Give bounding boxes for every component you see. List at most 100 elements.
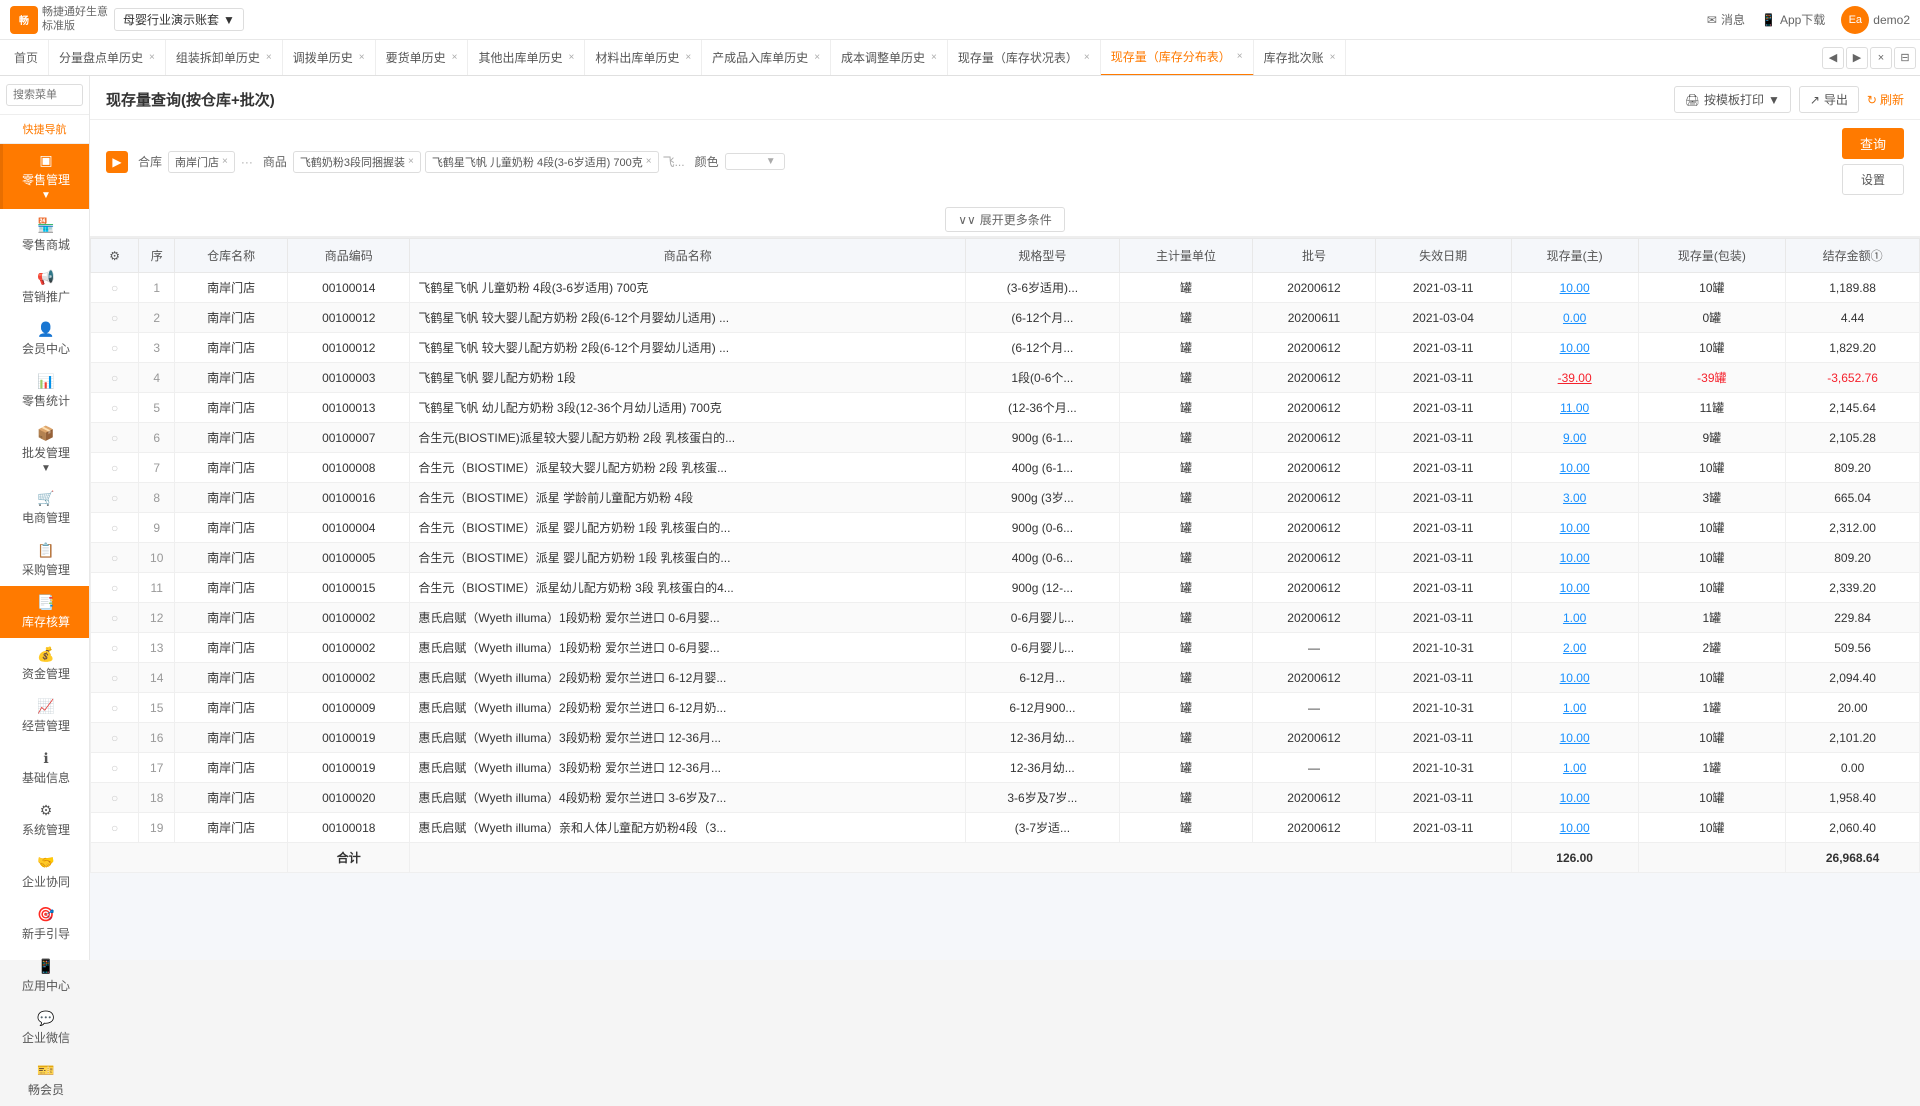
row-batch: 20200612 [1253, 663, 1375, 693]
tab-close-other-out[interactable]: × [568, 52, 574, 63]
expand-conditions-btn[interactable]: ∨∨ 展开更多条件 [945, 207, 1065, 232]
tab-close-all-btn[interactable]: × [1870, 47, 1892, 69]
sidebar-item-new-guide[interactable]: 🎯 新手引导 [0, 898, 89, 950]
tab-close-allocation[interactable]: × [359, 52, 365, 63]
sidebar-item-member-card[interactable]: 🎫 畅会员 [0, 1054, 89, 1106]
sidebar-item-retail-stats[interactable]: 📊 零售统计 [0, 365, 89, 417]
row-code: 00100018 [288, 813, 410, 843]
search-input[interactable] [6, 84, 83, 106]
row-current-main[interactable]: 10.00 [1511, 273, 1638, 303]
sidebar-item-finance[interactable]: 💰 资金管理 [0, 638, 89, 690]
tab-product-in[interactable]: 产成品入库单历史 × [702, 40, 831, 76]
th-code: 商品编码 [288, 239, 410, 273]
tab-menu-btn[interactable]: ⊟ [1894, 47, 1916, 69]
tab-requisition[interactable]: 要货单历史 × [376, 40, 469, 76]
tab-close-requisition[interactable]: × [452, 52, 458, 63]
row-current-main[interactable]: 10.00 [1511, 663, 1638, 693]
warehouse-more[interactable]: ··· [241, 155, 253, 169]
row-current-main[interactable]: 10.00 [1511, 573, 1638, 603]
print-btn[interactable]: 🖨 按模板打印 ▼ [1674, 86, 1791, 113]
sidebar-item-ecommerce[interactable]: 🛒 电商管理 [0, 482, 89, 534]
row-current-main[interactable]: 3.00 [1511, 483, 1638, 513]
refresh-btn[interactable]: ↻ 刷新 [1867, 91, 1904, 108]
row-current-main[interactable]: 0.00 [1511, 303, 1638, 333]
tab-close-product-in[interactable]: × [814, 52, 820, 63]
sidebar-item-purchase[interactable]: 📋 采购管理 [0, 534, 89, 586]
tab-close-material-out[interactable]: × [685, 52, 691, 63]
sidebar-item-wholesale[interactable]: 📦 批发管理 ▼ [0, 417, 89, 482]
tab-close-inv-dist[interactable]: × [1237, 51, 1243, 62]
tab-prev-btn[interactable]: ◀ [1822, 47, 1844, 69]
warehouse-tag-close[interactable]: × [222, 156, 228, 167]
tab-split-history[interactable]: 分量盘点单历史 × [49, 40, 166, 76]
row-current-main[interactable]: 9.00 [1511, 423, 1638, 453]
sidebar-item-system[interactable]: ⚙ 系统管理 [0, 794, 89, 846]
tab-close-cost[interactable]: × [931, 52, 937, 63]
row-current-main[interactable]: 2.00 [1511, 633, 1638, 663]
sidebar-item-inventory[interactable]: 📑 库存核算 [0, 586, 89, 638]
sidebar-item-corp-collab[interactable]: 🤝 企业协同 [0, 846, 89, 898]
sidebar-item-retail-shop[interactable]: 🏪 零售商城 [0, 209, 89, 261]
tab-inventory-status[interactable]: 现存量（库存状况表） × [948, 40, 1101, 76]
tab-close-batch[interactable]: × [1330, 52, 1336, 63]
tab-disassemble[interactable]: 组装拆卸单历史 × [166, 40, 283, 76]
row-spec: 6-12月900... [966, 693, 1119, 723]
row-num: 12 [139, 603, 175, 633]
row-current-pkg: 10罐 [1638, 543, 1786, 573]
tab-allocation[interactable]: 调拨单历史 × [283, 40, 376, 76]
sidebar-quick-nav[interactable]: 快捷导航 [0, 115, 89, 144]
row-current-main[interactable]: 1.00 [1511, 603, 1638, 633]
row-current-main[interactable]: 11.00 [1511, 393, 1638, 423]
row-current-main[interactable]: 1.00 [1511, 693, 1638, 723]
filter-toggle-btn[interactable]: ▶ [106, 151, 128, 173]
sidebar-item-marketing[interactable]: 📢 营销推广 [0, 261, 89, 313]
app-download-action[interactable]: 📱 App下载 [1761, 11, 1825, 28]
color-dropdown[interactable]: ▼ [725, 153, 785, 170]
tab-next-btn[interactable]: ▶ [1846, 47, 1868, 69]
tab-other-out[interactable]: 其他出库单历史 × [468, 40, 585, 76]
row-batch: 20200612 [1253, 723, 1375, 753]
tab-close-inv-status[interactable]: × [1084, 52, 1090, 63]
row-col-icon: ○ [91, 453, 139, 483]
tab-material-out[interactable]: 材料出库单历史 × [585, 40, 702, 76]
sidebar-item-biz-mgmt[interactable]: 📈 经营管理 [0, 690, 89, 742]
row-balance: 509.56 [1786, 633, 1920, 663]
row-current-main[interactable]: 10.00 [1511, 453, 1638, 483]
table-row: ○ 9 南岸门店 00100004 合生元（BIOSTIME）派星 婴儿配方奶粉… [91, 513, 1920, 543]
query-btn[interactable]: 查询 [1842, 128, 1904, 159]
row-current-main[interactable]: 10.00 [1511, 543, 1638, 573]
footer-total-pkg [1638, 843, 1786, 873]
product-tag-1-close[interactable]: × [408, 156, 414, 167]
sidebar-item-retail-mgmt[interactable]: ▣ 零售管理 ▼ [0, 144, 89, 209]
row-col-icon: ○ [91, 693, 139, 723]
row-current-main[interactable]: 10.00 [1511, 813, 1638, 843]
store-selector[interactable]: 母婴行业演示账套 ▼ [114, 8, 244, 31]
row-spec: 0-6月婴儿... [966, 603, 1119, 633]
row-current-main[interactable]: 1.00 [1511, 753, 1638, 783]
row-current-main[interactable]: 10.00 [1511, 723, 1638, 753]
sidebar-item-corp-wechat[interactable]: 💬 企业微信 [0, 1002, 89, 1054]
row-current-main[interactable]: 10.00 [1511, 783, 1638, 813]
sidebar-item-label: 企业微信 [22, 1029, 70, 1046]
row-current-main[interactable]: 10.00 [1511, 333, 1638, 363]
settings-btn[interactable]: 设置 [1842, 164, 1904, 195]
product-more[interactable]: 飞... [663, 153, 685, 170]
message-action[interactable]: ✉ 消息 [1707, 11, 1745, 28]
user-area[interactable]: Ea demo2 [1841, 6, 1910, 34]
sidebar-item-member[interactable]: 👤 会员中心 [0, 313, 89, 365]
th-settings[interactable]: ⚙ [91, 239, 139, 273]
row-current-main[interactable]: -39.00 [1511, 363, 1638, 393]
row-current-main[interactable]: 10.00 [1511, 513, 1638, 543]
tab-close-disassemble[interactable]: × [266, 52, 272, 63]
tab-inventory-dist[interactable]: 现存量（库存分布表） × [1101, 40, 1254, 76]
export-btn[interactable]: ↗ 导出 [1799, 86, 1859, 113]
row-warehouse: 南岸门店 [175, 273, 288, 303]
tab-cost-adjust[interactable]: 成本调整单历史 × [831, 40, 948, 76]
sidebar-item-app-center[interactable]: 📱 应用中心 [0, 950, 89, 1002]
tab-home[interactable]: 首页 [4, 40, 49, 76]
row-num: 17 [139, 753, 175, 783]
tab-batch-account[interactable]: 库存批次账 × [1254, 40, 1347, 76]
tab-close-split[interactable]: × [149, 52, 155, 63]
sidebar-item-basic-info[interactable]: ℹ 基础信息 [0, 742, 89, 794]
product-tag-2-close[interactable]: × [646, 156, 652, 167]
